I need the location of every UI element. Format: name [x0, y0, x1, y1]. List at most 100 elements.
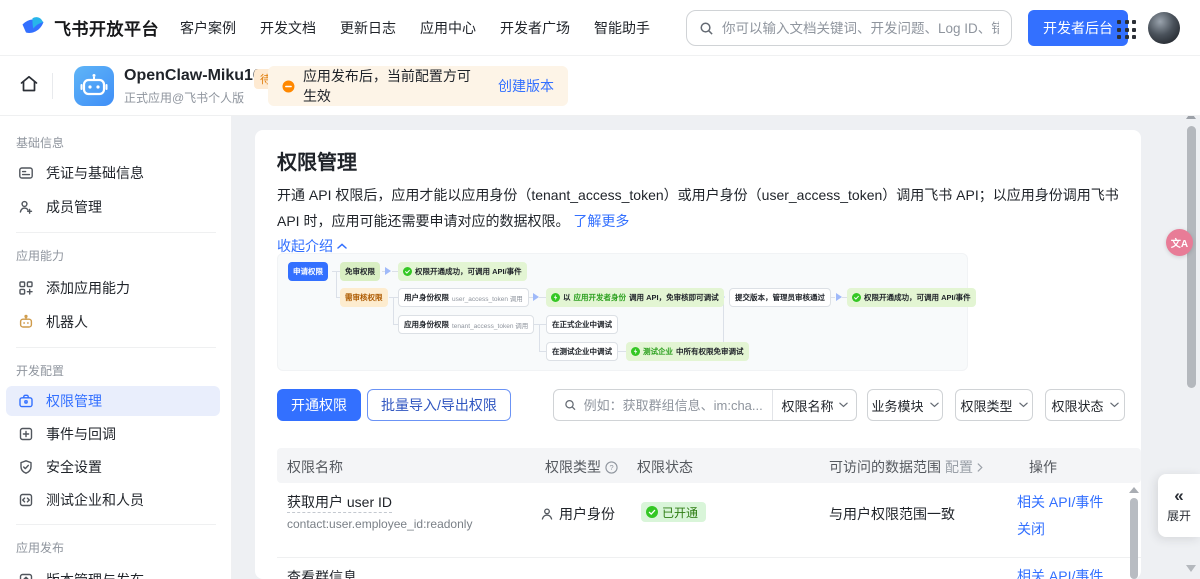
nav-item-dev-docs[interactable]: 开发文档: [260, 18, 316, 38]
permission-search-input[interactable]: [583, 397, 762, 413]
sidebar-item-members[interactable]: 成员管理: [6, 192, 220, 222]
table-scrollbar-up-icon[interactable]: [1129, 487, 1139, 493]
divider: [16, 524, 216, 525]
learn-more-link[interactable]: 了解更多: [573, 213, 629, 229]
flow-connector: [336, 271, 337, 298]
app-window: 飞书开放平台 客户案例 开发文档 更新日志 应用中心 开发者广场 智能助手 开发…: [0, 0, 1200, 579]
expand-panel-tab[interactable]: « 展开: [1158, 474, 1200, 537]
configure-scope-link[interactable]: 配置: [945, 457, 973, 477]
event-plus-icon: [19, 427, 33, 441]
sidebar-item-label: 安全设置: [46, 459, 102, 475]
filter-business-module[interactable]: 业务模块: [867, 389, 943, 421]
global-search[interactable]: [686, 10, 1012, 46]
status-badge-open: 已开通: [641, 502, 707, 522]
app-avatar[interactable]: [74, 66, 114, 106]
sidebar-item-label: 权限管理: [46, 393, 102, 409]
flow-connector: [393, 297, 394, 324]
related-api-link[interactable]: 相关 API/事件: [1017, 566, 1103, 579]
warning-icon: [282, 80, 295, 92]
page-scrollbar-thumb[interactable]: [1187, 126, 1196, 388]
flow-node-test-free-review: 测试企业 中所有权限免审调试: [626, 342, 749, 361]
nav-item-developer-plaza[interactable]: 开发者广场: [500, 18, 570, 38]
page-description: 开通 API 权限后，应用才能以应用身份（tenant_access_token…: [277, 182, 1123, 234]
batch-import-export-button[interactable]: 批量导入/导出权限: [367, 389, 511, 421]
translate-floating-button[interactable]: 文A: [1166, 229, 1193, 256]
check-circle-icon: [403, 267, 412, 276]
flow-arrow-icon: [385, 267, 391, 275]
sidebar-item-bot[interactable]: 机器人: [6, 307, 220, 337]
create-version-link[interactable]: 创建版本: [498, 76, 554, 96]
column-header-scope: 可访问的数据范围 配置: [829, 457, 983, 477]
permission-type-cell: 用户身份: [540, 504, 615, 524]
row-divider: [277, 557, 1141, 558]
search-field-selector[interactable]: 权限名称: [772, 390, 856, 420]
publish-notice-banner: 应用发布后，当前配置方可生效 创建版本: [268, 66, 568, 106]
divider: [16, 347, 216, 348]
permission-search[interactable]: [554, 390, 772, 420]
svg-text:?: ?: [609, 462, 613, 471]
sidebar-group-basic-info: 基础信息: [16, 136, 65, 150]
flow-arrow-icon: [836, 293, 842, 301]
apps-grid-icon[interactable]: [1117, 20, 1136, 39]
sidebar-item-permissions[interactable]: 权限管理: [6, 386, 220, 416]
translate-icon: 文A: [1170, 239, 1189, 250]
topnav-menu: 客户案例 开发文档 更新日志 应用中心 开发者广场 智能助手: [180, 0, 650, 56]
flow-code: user_access_token 调用: [452, 295, 523, 303]
sidebar-group-capabilities: 应用能力: [16, 249, 65, 263]
table-scrollbar-thumb[interactable]: [1130, 498, 1138, 579]
filter-permission-type[interactable]: 权限类型: [955, 389, 1033, 421]
flow-label: 权限开通成功，可调用 API/事件: [415, 267, 522, 276]
nav-item-app-center[interactable]: 应用中心: [420, 18, 476, 38]
flow-connector: [539, 297, 546, 298]
nav-item-changelog[interactable]: 更新日志: [340, 18, 396, 38]
flow-arrow-icon: [533, 293, 539, 301]
table-header: [277, 448, 1141, 483]
help-circle-icon[interactable]: ?: [605, 460, 618, 474]
flow-node-no-review: 免审权限: [340, 262, 380, 281]
nav-item-customer-cases[interactable]: 客户案例: [180, 18, 236, 38]
flow-label: 调用 API，免审核即可调试: [629, 293, 719, 302]
sidebar-item-add-capability[interactable]: 添加应用能力: [6, 273, 220, 303]
close-permission-link[interactable]: 关闭: [1017, 519, 1045, 539]
filter-label: 权限类型: [960, 398, 1013, 414]
robot-icon: [19, 314, 33, 328]
developer-console-button[interactable]: 开发者后台: [1028, 10, 1128, 46]
chevron-right-icon: [977, 462, 983, 472]
app-name: OpenClaw-Miku16: [124, 67, 262, 84]
sidebar-item-version-release[interactable]: 版本管理与发布: [6, 565, 220, 579]
flow-label-highlight: 应用开发者身份: [573, 293, 627, 302]
filter-permission-status[interactable]: 权限状态: [1045, 389, 1125, 421]
status-label: 已开通: [662, 505, 699, 520]
flow-node-success-2: 权限开通成功，可调用 API/事件: [847, 288, 976, 307]
flow-label: 在正式企业中调试: [552, 320, 612, 329]
sidebar-item-security-settings[interactable]: 安全设置: [6, 452, 220, 482]
flow-connector: [539, 351, 546, 352]
brand[interactable]: 飞书开放平台: [20, 14, 159, 40]
permission-flow-diagram: 申请权限 免审权限 权限开通成功，可调用 API/事件 需审核权限 用户身份权限…: [277, 253, 976, 371]
user-avatar[interactable]: [1148, 12, 1180, 44]
permission-search-group: 权限名称: [553, 389, 857, 421]
flow-label: 权限开通成功，可调用 API/事件: [864, 293, 971, 302]
home-icon[interactable]: [18, 73, 40, 100]
filter-label: 权限状态: [1051, 398, 1104, 414]
sidebar-item-label: 版本管理与发布: [46, 570, 144, 579]
related-api-link[interactable]: 相关 API/事件: [1017, 492, 1103, 512]
brand-name: 飞书开放平台: [54, 19, 159, 39]
check-circle-icon: [646, 506, 658, 518]
chevron-down-icon: [1109, 402, 1119, 408]
flow-node-submit-version: 提交版本，管理员审核通过: [729, 288, 831, 307]
page-scrollbar-down-icon[interactable]: [1186, 565, 1196, 572]
open-permission-button[interactable]: 开通权限: [277, 389, 361, 421]
divider: [52, 73, 53, 99]
nav-item-ai-assistant[interactable]: 智能助手: [594, 18, 650, 38]
flow-label: 提交版本，管理员审核通过: [735, 293, 825, 302]
sidebar-item-test-company[interactable]: 测试企业和人员: [6, 485, 220, 515]
person-add-icon: [19, 200, 33, 214]
sidebar-item-events-callbacks[interactable]: 事件与回调: [6, 419, 220, 449]
feishu-logo-icon: [22, 17, 44, 33]
permission-code: contact:user.employee_id:readonly: [287, 517, 473, 531]
sidebar-item-credentials[interactable]: 凭证与基础信息: [6, 158, 220, 188]
sidebar-group-app-release: 应用发布: [16, 541, 65, 555]
flow-label: 应用身份权限: [404, 320, 449, 329]
global-search-input[interactable]: [722, 20, 999, 36]
